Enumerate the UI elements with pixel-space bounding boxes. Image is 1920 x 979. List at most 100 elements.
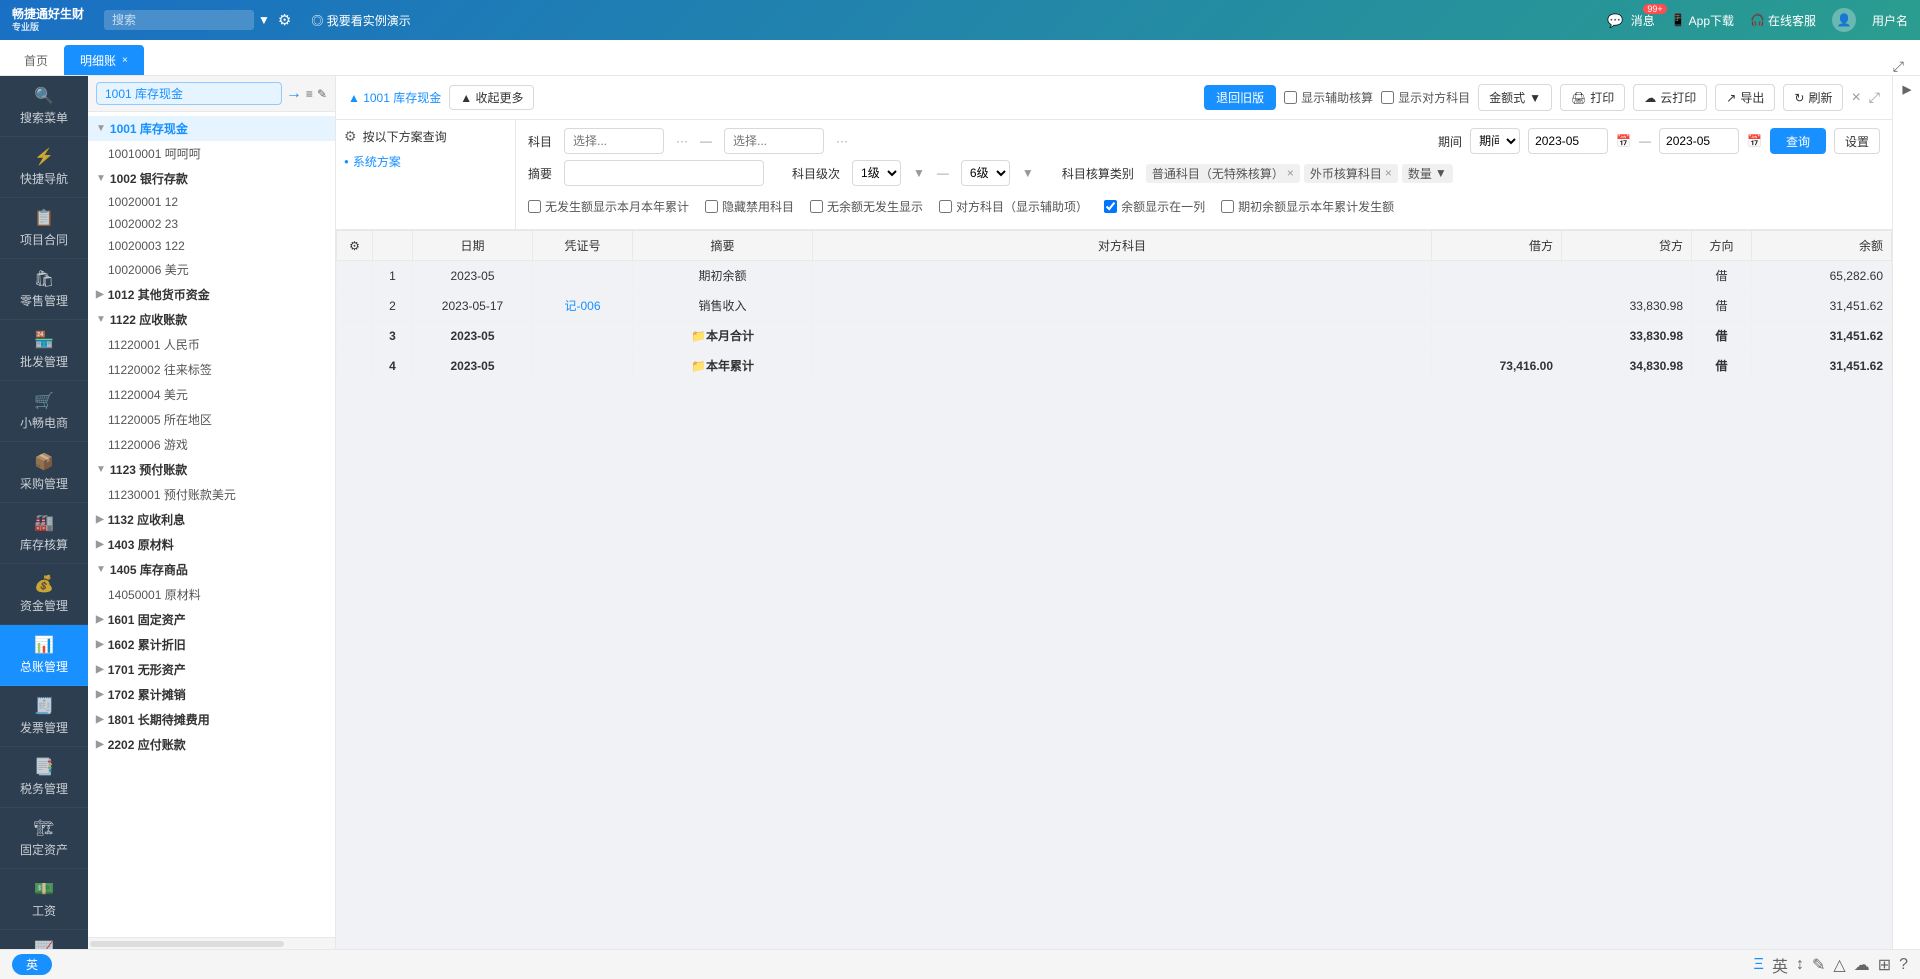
gear-icon[interactable]: ⚙ [278, 11, 291, 29]
refresh-btn[interactable]: ↻ 刷新 [1783, 84, 1843, 111]
tree-item-11220002[interactable]: 11220002 往来标签 [88, 357, 335, 382]
tree-item-14050001[interactable]: 14050001 原材料 [88, 582, 335, 607]
tree-list-icon[interactable]: ≡ [306, 87, 313, 101]
tree-item-1801[interactable]: ▶ 1801 长期待摊费用 [88, 707, 335, 732]
sidebar-item-wholesale[interactable]: 🏪 批发管理 [0, 320, 88, 381]
sidebar-item-mini[interactable]: 🛒 小畅电商 [0, 381, 88, 442]
bottom-icon-5[interactable]: △ [1833, 955, 1845, 975]
right-panel-toggle[interactable]: ◀ [1900, 84, 1914, 98]
tree-edit-icon[interactable]: ✎ [317, 87, 327, 101]
tag-foreign-close[interactable]: × [1385, 166, 1392, 180]
show-contra-checkbox[interactable] [1381, 91, 1394, 104]
sidebar-item-tax[interactable]: 📑 税务管理 [0, 747, 88, 808]
sidebar-item-salary[interactable]: 💵 工资 [0, 869, 88, 930]
return-old-btn[interactable]: 退回旧版 [1204, 85, 1276, 110]
app-download-btn[interactable]: 📱 App下载 [1671, 12, 1734, 29]
print-btn[interactable]: 🖨 打印 [1560, 84, 1625, 111]
tree-item-1122[interactable]: ▼ 1122 应收账款 [88, 307, 335, 332]
sidebar-item-inventory[interactable]: 🏭 库存核算 [0, 503, 88, 564]
user-avatar[interactable]: 👤 [1832, 8, 1856, 32]
tree-item-1602[interactable]: ▶ 1602 累计折旧 [88, 632, 335, 657]
export-btn[interactable]: ↗ 导出 [1715, 84, 1775, 111]
tree-item-1403[interactable]: ▶ 1403 原材料 [88, 532, 335, 557]
no-occur-checkbox[interactable] [528, 200, 541, 213]
summary-input[interactable] [564, 160, 764, 186]
calendar-start-icon[interactable]: 📅 [1616, 134, 1631, 148]
bottom-icon-8[interactable]: ? [1899, 956, 1908, 974]
tag-quantity[interactable]: 数量 ▼ [1402, 164, 1453, 183]
level-start-select[interactable]: 1级 [852, 160, 901, 186]
show-contra-check[interactable]: 显示对方科目 [1381, 89, 1470, 106]
tab-close-icon[interactable]: × [122, 55, 128, 66]
amount-fmt-btn[interactable]: 金额式 ▼ [1478, 84, 1552, 111]
subject-start-input[interactable] [564, 128, 664, 154]
sidebar-item-shortcut[interactable]: ⚡ 快捷导航 [0, 137, 88, 198]
account-tree-body[interactable]: ▼ 1001 库存现金 10010001 呵呵呵 ▼ 1002 银行存款 100… [88, 112, 335, 937]
show-contra-checkbox2[interactable] [939, 200, 952, 213]
tab-home[interactable]: 首页 [8, 45, 64, 75]
hide-disabled-checkbox[interactable] [705, 200, 718, 213]
tree-item-1002[interactable]: ▼ 1002 银行存款 [88, 166, 335, 191]
cloud-print-btn[interactable]: ☁ 云打印 [1633, 84, 1707, 111]
tree-item-11220004[interactable]: 11220004 美元 [88, 382, 335, 407]
sidebar-item-search[interactable]: 🔍 搜索菜单 [0, 76, 88, 137]
expand-more-btn[interactable]: ▲ 收起更多 [449, 85, 534, 110]
tree-item-1012[interactable]: ▶ 1012 其他货币资金 [88, 282, 335, 307]
tree-item-1405[interactable]: ▼ 1405 库存商品 [88, 557, 335, 582]
demo-link[interactable]: 我要看实例演示 [311, 12, 410, 29]
tree-item-2202[interactable]: ▶ 2202 应付账款 [88, 732, 335, 757]
tree-item-1123[interactable]: ▼ 1123 预付账款 [88, 457, 335, 482]
show-ytd-checkbox[interactable] [1221, 200, 1234, 213]
tab-expand-btn[interactable]: ⤢ [1885, 58, 1912, 75]
breadcrumb[interactable]: ▲ 1001 库存现金 [348, 89, 441, 106]
period-end-input[interactable] [1659, 128, 1739, 154]
sidebar-item-retail[interactable]: 🛍 零售管理 [0, 259, 88, 320]
account-selected[interactable]: 1001 库存现金 [96, 82, 282, 105]
top-search-input[interactable] [104, 10, 254, 30]
tree-item-1601[interactable]: ▶ 1601 固定资产 [88, 607, 335, 632]
bottom-icon-1[interactable]: Ξ [1754, 956, 1764, 974]
option-no-balance[interactable]: 无余额无发生显示 [810, 198, 923, 215]
subject-end-input[interactable] [724, 128, 824, 154]
tree-item-1701[interactable]: ▶ 1701 无形资产 [88, 657, 335, 682]
show-aux-check[interactable]: 显示辅助核算 [1284, 89, 1373, 106]
arrow-right-icon[interactable]: → [286, 85, 302, 103]
period-type-select[interactable]: 期间 [1470, 128, 1520, 154]
tree-item-1702[interactable]: ▶ 1702 累计摊销 [88, 682, 335, 707]
sidebar-item-project[interactable]: 📋 项目合同 [0, 198, 88, 259]
tree-item-11220001[interactable]: 11220001 人民币 [88, 332, 335, 357]
online-service-btn[interactable]: 🎧 在线客服 [1750, 12, 1816, 29]
tree-item-10020006[interactable]: 10020006 美元 [88, 257, 335, 282]
sidebar-item-capital[interactable]: 💰 资金管理 [0, 564, 88, 625]
no-balance-checkbox[interactable] [810, 200, 823, 213]
level-end-select[interactable]: 6级 [961, 160, 1010, 186]
option-balance-col[interactable]: 余额显示在一列 [1104, 198, 1205, 215]
calendar-end-icon[interactable]: 📅 [1747, 134, 1762, 148]
sidebar-item-fixed[interactable]: 🏗 固定资产 [0, 808, 88, 869]
tree-scrollbar-h[interactable] [88, 937, 335, 949]
bottom-icon-2[interactable]: 英 [1772, 953, 1788, 977]
query-btn[interactable]: 查询 [1770, 128, 1826, 154]
tree-item-11220005[interactable]: 11220005 所在地区 [88, 407, 335, 432]
option-show-ytd[interactable]: 期初余额显示本年累计发生额 [1221, 198, 1394, 215]
setting-btn[interactable]: 设置 [1834, 128, 1880, 154]
tree-item-10020001[interactable]: 10020001 12 [88, 191, 335, 213]
period-start-input[interactable] [1528, 128, 1608, 154]
tree-item-11230001[interactable]: 11230001 预付账款美元 [88, 482, 335, 507]
window-expand-btn[interactable]: ⤢ [1869, 89, 1880, 106]
sidebar-item-invoice[interactable]: 🧾 发票管理 [0, 686, 88, 747]
voucher-link[interactable]: 记-006 [564, 299, 600, 313]
tree-item-1001[interactable]: ▼ 1001 库存现金 [88, 116, 335, 141]
gear-header-icon[interactable]: ⚙ [349, 239, 360, 253]
sidebar-item-purchase[interactable]: 📦 采购管理 [0, 442, 88, 503]
option-show-contra[interactable]: 对方科目（显示辅助项） [939, 198, 1088, 215]
balance-col-checkbox[interactable] [1104, 200, 1117, 213]
tree-item-11220006[interactable]: 11220006 游戏 [88, 432, 335, 457]
tab-ledger-detail[interactable]: 明细账 × [64, 45, 144, 75]
dropdown-icon[interactable]: ▼ [258, 13, 270, 27]
bottom-icon-6[interactable]: ☁ [1854, 955, 1870, 975]
bottom-icon-4[interactable]: ✎ [1812, 955, 1825, 975]
chinese-btn[interactable]: 英 [12, 954, 52, 975]
tree-item-1132[interactable]: ▶ 1132 应收利息 [88, 507, 335, 532]
message-badge[interactable]: 💬 99+ 消息 [1607, 12, 1655, 29]
